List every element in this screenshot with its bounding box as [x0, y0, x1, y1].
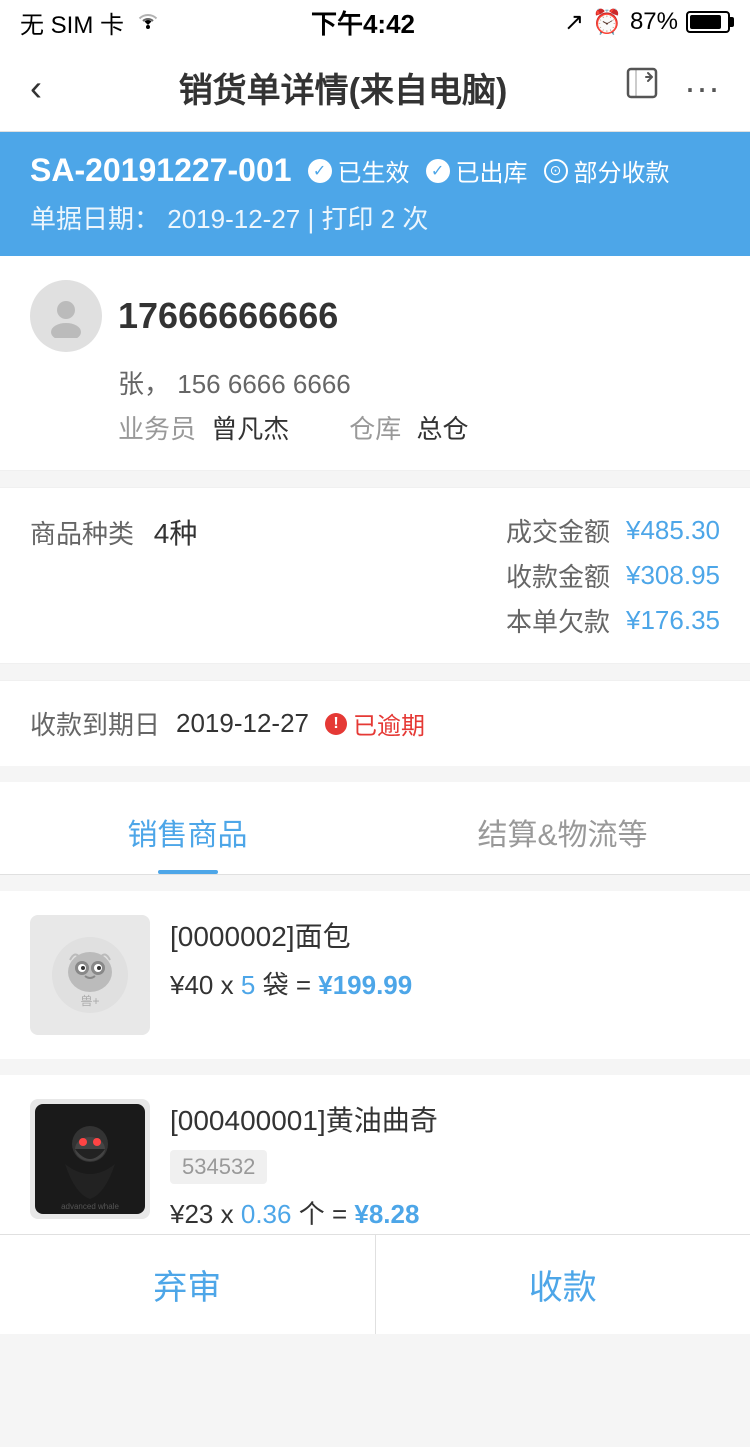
- overdue-section: 收款到期日 2019-12-27 ! 已逾期: [0, 680, 750, 766]
- product-info-1: [0000002]面包 ¥40 x 5 袋 = ¥199.99: [170, 915, 720, 1002]
- status-shipped: ✓ 已出库: [426, 153, 528, 188]
- overdue-text: 已逾期: [353, 706, 425, 741]
- customer-meta: 业务员 曾凡杰 仓库 总仓: [30, 409, 720, 446]
- bottom-bar: 弃审 收款: [0, 1234, 750, 1334]
- tab-sales-products[interactable]: 销售商品: [0, 782, 375, 874]
- owed-amount-row: 本单欠款 ¥176.35: [506, 602, 720, 639]
- customer-section: 17666666666 张， 156 6666 6666 业务员 曾凡杰 仓库 …: [0, 256, 750, 471]
- page-title: 销货单详情(来自电脑): [62, 63, 624, 112]
- battery-icon: [686, 11, 730, 33]
- order-header: SA-20191227-001 ✓ 已生效 ✓ 已出库 ⊙ 部分收款 单据日期：…: [0, 132, 750, 256]
- product-list: 兽+ [0000002]面包 ¥40 x 5 袋 = ¥199.99: [0, 875, 750, 1447]
- product-batch-2: 534532: [170, 1149, 720, 1194]
- wifi-icon: [134, 8, 162, 36]
- nav-actions: ···: [624, 65, 720, 110]
- received-amount-row: 收款金额 ¥308.95: [506, 557, 720, 594]
- battery-percent: 87%: [630, 8, 678, 36]
- product-price-2: ¥23 x 0.36 个 = ¥8.28: [170, 1194, 720, 1231]
- overdue-date: 2019-12-27: [176, 708, 309, 739]
- product-price-1: ¥40 x 5 袋 = ¥199.99: [170, 965, 720, 1002]
- svg-text:兽+: 兽+: [80, 994, 99, 1008]
- customer-account-id: 17666666666: [118, 295, 338, 337]
- carrier-text: 无 SIM 卡: [20, 5, 124, 40]
- tabs-row: 销售商品 结算&物流等: [0, 782, 750, 874]
- check-icon-1: ✓: [308, 159, 332, 183]
- location-icon: ↗: [564, 8, 584, 37]
- product-types: 商品种类 4种: [30, 512, 197, 552]
- types-value: 4种: [154, 518, 198, 549]
- list-item: advanced whale [000400001]黄油曲奇 534532 ¥2…: [0, 1075, 750, 1255]
- nav-bar: ‹ 销货单详情(来自电脑) ···: [0, 44, 750, 132]
- product-name-1: [0000002]面包: [170, 915, 720, 955]
- warehouse-info: 仓库 总仓: [349, 409, 468, 446]
- cancel-button[interactable]: 弃审: [0, 1235, 376, 1334]
- svg-text:advanced whale: advanced whale: [61, 1202, 119, 1211]
- status-partial: ⊙ 部分收款: [544, 153, 670, 188]
- more-icon[interactable]: ···: [684, 67, 720, 109]
- deal-amount-row: 成交金额 ¥485.30: [506, 512, 720, 549]
- amounts: 成交金额 ¥485.30 收款金额 ¥308.95 本单欠款 ¥176.35: [506, 512, 720, 639]
- clock-icon: ⊙: [544, 159, 568, 183]
- status-left: 无 SIM 卡: [20, 5, 162, 40]
- status-right: ↗ ⏰ 87%: [564, 8, 730, 37]
- back-button[interactable]: ‹: [30, 67, 62, 109]
- list-item: 兽+ [0000002]面包 ¥40 x 5 袋 = ¥199.99: [0, 891, 750, 1059]
- export-icon[interactable]: [624, 65, 660, 110]
- sales-rep-info: 业务员 曾凡杰: [118, 409, 289, 446]
- summary-section: 商品种类 4种 成交金额 ¥485.30 收款金额 ¥308.95 本单欠款 ¥…: [0, 487, 750, 664]
- alarm-icon: ⏰: [592, 8, 622, 37]
- tabs-section: 销售商品 结算&物流等: [0, 782, 750, 875]
- status-active: ✓ 已生效: [308, 153, 410, 188]
- order-id: SA-20191227-001: [30, 152, 292, 189]
- product-name-2: [000400001]黄油曲奇: [170, 1099, 720, 1139]
- customer-name-phone: 张， 156 6666 6666: [30, 364, 720, 401]
- check-icon-2: ✓: [426, 159, 450, 183]
- product-thumb-2: advanced whale: [30, 1099, 150, 1219]
- avatar: [30, 280, 102, 352]
- tab-settlement[interactable]: 结算&物流等: [375, 782, 750, 874]
- types-label: 商品种类: [30, 519, 134, 549]
- product-info-2: [000400001]黄油曲奇 534532 ¥23 x 0.36 个 = ¥8…: [170, 1099, 720, 1231]
- status-time: 下午4:42: [311, 4, 415, 41]
- overdue-warning-icon: !: [325, 713, 347, 735]
- overdue-label: 收款到期日: [30, 705, 160, 742]
- status-bar: 无 SIM 卡 下午4:42 ↗ ⏰ 87%: [0, 0, 750, 44]
- order-date: 单据日期： 2019-12-27 | 打印 2 次: [30, 199, 720, 236]
- overdue-badge: ! 已逾期: [325, 706, 425, 741]
- product-thumb-1: 兽+: [30, 915, 150, 1035]
- confirm-button[interactable]: 收款: [376, 1235, 750, 1334]
